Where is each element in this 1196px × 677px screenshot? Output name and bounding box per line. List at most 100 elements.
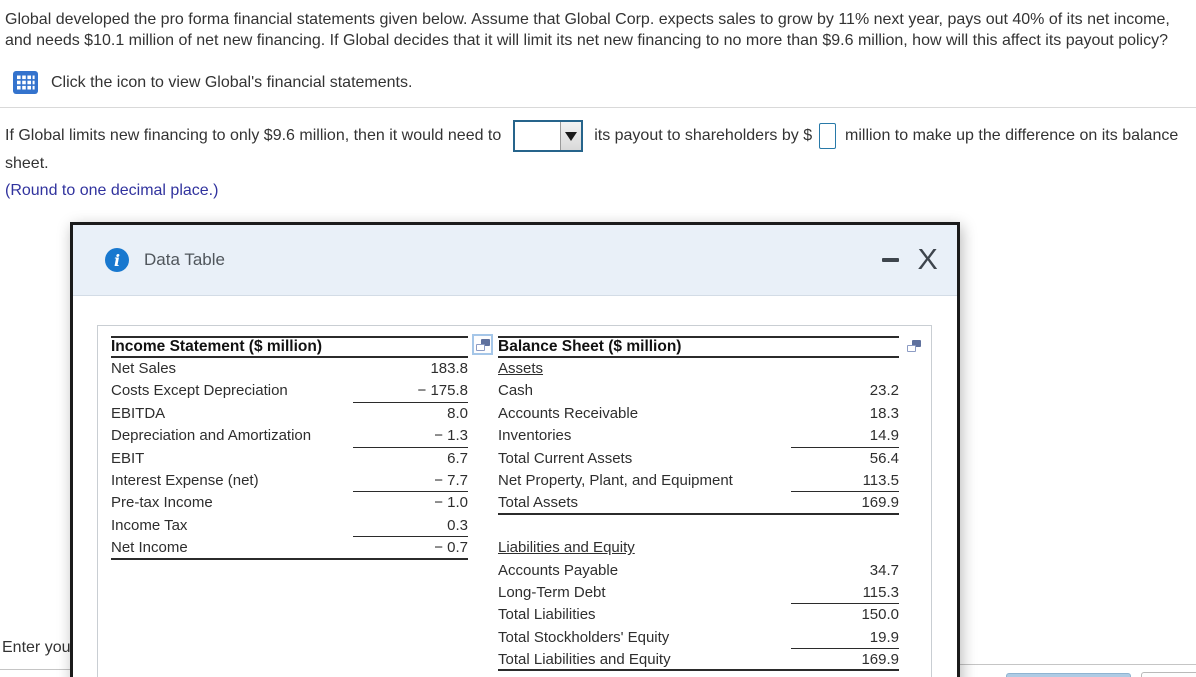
answer-text-mid: its payout to shareholders by $: [594, 127, 813, 144]
table-row: Inventories 14.9: [498, 425, 899, 448]
dialog-header: i Data Table X: [73, 225, 957, 296]
answer-area-border-right: [960, 664, 1196, 665]
copy-table-icon[interactable]: [472, 334, 493, 355]
balance-sheet-title: Balance Sheet ($ million): [498, 336, 899, 358]
table-row: Interest Expense (net) − 7.7: [111, 470, 468, 493]
row-label: Interest Expense (net): [111, 471, 259, 489]
icon-instruction-text: Click the icon to view Global's financia…: [51, 73, 413, 91]
row-label: Pre-tax Income: [111, 494, 213, 512]
row-value: 14.9: [791, 425, 899, 448]
table-row: Depreciation and Amortization − 1.3: [111, 425, 468, 448]
table-row: Total Current Assets 56.4: [498, 448, 899, 470]
row-value: 34.7: [869, 561, 899, 579]
table-row: Net Property, Plant, and Equipment 113.5: [498, 470, 899, 493]
rounding-instruction: (Round to one decimal place.): [5, 182, 219, 200]
minimize-icon[interactable]: [881, 258, 899, 262]
table-row: Liabilities and Equity: [498, 537, 899, 559]
table-row: EBIT 6.7: [111, 448, 468, 470]
row-label: Total Liabilities: [498, 606, 596, 624]
row-label: Cash: [498, 382, 534, 400]
row-label: Income Tax: [111, 516, 188, 534]
row-label: Depreciation and Amortization: [111, 427, 312, 445]
partial-primary-button[interactable]: [1006, 673, 1131, 677]
table-row: Assets: [498, 358, 899, 380]
payout-action-dropdown[interactable]: [512, 120, 583, 152]
row-value: 115.3: [791, 582, 899, 605]
payout-amount-input[interactable]: [818, 123, 836, 149]
row-value: − 1.0: [434, 494, 468, 512]
income-statement-title: Income Statement ($ million): [111, 336, 468, 358]
table-row: Total Stockholders' Equity 19.9: [498, 627, 899, 650]
row-label: Long-Term Debt: [498, 583, 606, 601]
table-row: Total Liabilities 150.0: [498, 604, 899, 626]
row-value: [791, 537, 899, 559]
row-label: EBIT: [111, 449, 145, 467]
partial-secondary-button[interactable]: [1141, 672, 1196, 677]
row-label: Inventories: [498, 427, 572, 445]
balance-sheet-table: Balance Sheet ($ million) Assets Cash 23.2…: [498, 336, 921, 672]
table-row: EBITDA 8.0: [111, 403, 468, 425]
enter-answer-partial-text: Enter you: [2, 639, 71, 656]
row-label: [498, 515, 791, 537]
table-row: Total Liabilities and Equity 169.9: [498, 649, 899, 672]
financial-statements-table-icon[interactable]: [13, 71, 38, 94]
row-value: − 7.7: [353, 470, 468, 493]
dropdown-arrow-button[interactable]: [559, 122, 581, 150]
row-label: Net Property, Plant, and Equipment: [498, 471, 733, 489]
row-label: Accounts Receivable: [498, 404, 639, 422]
table-row: Long-Term Debt 115.3: [498, 582, 899, 605]
row-value: 56.4: [869, 449, 899, 467]
window-controls: X: [881, 246, 937, 275]
answer-area-border-left: [0, 669, 70, 670]
question-text: Global developed the pro forma financial…: [5, 11, 1170, 49]
row-label: Net Sales: [111, 360, 177, 377]
section-label: Assets: [498, 360, 544, 377]
row-label: Costs Except Depreciation: [111, 382, 288, 400]
table-row: Accounts Payable 34.7: [498, 560, 899, 582]
table-row: Net Income − 0.7: [111, 537, 468, 560]
section-label: Liabilities and Equity: [498, 539, 635, 557]
answer-sentence: If Global limits new financing to only $…: [0, 108, 1196, 176]
row-label: Total Current Assets: [498, 449, 633, 467]
copy-table-icon[interactable]: [904, 337, 924, 354]
table-spacer-row: [498, 515, 899, 537]
row-value: 113.5: [791, 470, 899, 493]
icon-instruction-row: Click the icon to view Global's financia…: [13, 71, 1196, 94]
row-value: [791, 515, 899, 537]
row-label: Net Income: [111, 539, 188, 557]
close-icon[interactable]: X: [917, 246, 937, 275]
row-value: 169.9: [861, 494, 899, 512]
row-value: 150.0: [861, 606, 899, 624]
row-label: EBITDA: [111, 404, 166, 422]
table-row: Pre-tax Income − 1.0: [111, 492, 468, 514]
row-value: 6.7: [447, 449, 468, 467]
dialog-body: Income Statement ($ million) Net Sales 18…: [73, 296, 957, 677]
data-table-dialog: i Data Table X Income Statement ($ milli…: [70, 222, 960, 677]
overlapping-windows-icon: [475, 338, 490, 351]
row-value: 8.0: [447, 404, 468, 422]
dialog-title: Data Table: [144, 250, 225, 269]
row-label: Total Assets: [498, 494, 579, 512]
screen: Global developed the pro forma financial…: [0, 0, 1196, 677]
row-value: [791, 358, 899, 380]
row-value: 19.9: [791, 627, 899, 650]
table-row: Costs Except Depreciation − 175.8: [111, 380, 468, 403]
row-value: 18.3: [869, 404, 899, 422]
table-row: Accounts Receivable 18.3: [498, 403, 899, 425]
answer-text-pre: If Global limits new financing to only $…: [5, 127, 502, 144]
row-value: − 175.8: [353, 380, 468, 403]
overlapping-windows-icon: [907, 339, 921, 352]
info-icon: i: [105, 248, 129, 272]
table-row: Net Sales 183.8: [111, 358, 468, 380]
income-statement-table: Income Statement ($ million) Net Sales 18…: [111, 334, 493, 560]
tables-panel: Income Statement ($ million) Net Sales 18…: [97, 325, 932, 677]
row-value: 0.3: [353, 515, 468, 538]
row-value: − 0.7: [434, 539, 468, 557]
table-row: Total Assets 169.9: [498, 492, 899, 515]
dropdown-selected-value: [515, 122, 560, 150]
row-value: 169.9: [861, 651, 899, 669]
row-label: Total Liabilities and Equity: [498, 651, 671, 669]
row-label: Total Stockholders' Equity: [498, 628, 670, 646]
table-row: Income Tax 0.3: [111, 515, 468, 538]
row-value: 183.8: [430, 360, 468, 377]
